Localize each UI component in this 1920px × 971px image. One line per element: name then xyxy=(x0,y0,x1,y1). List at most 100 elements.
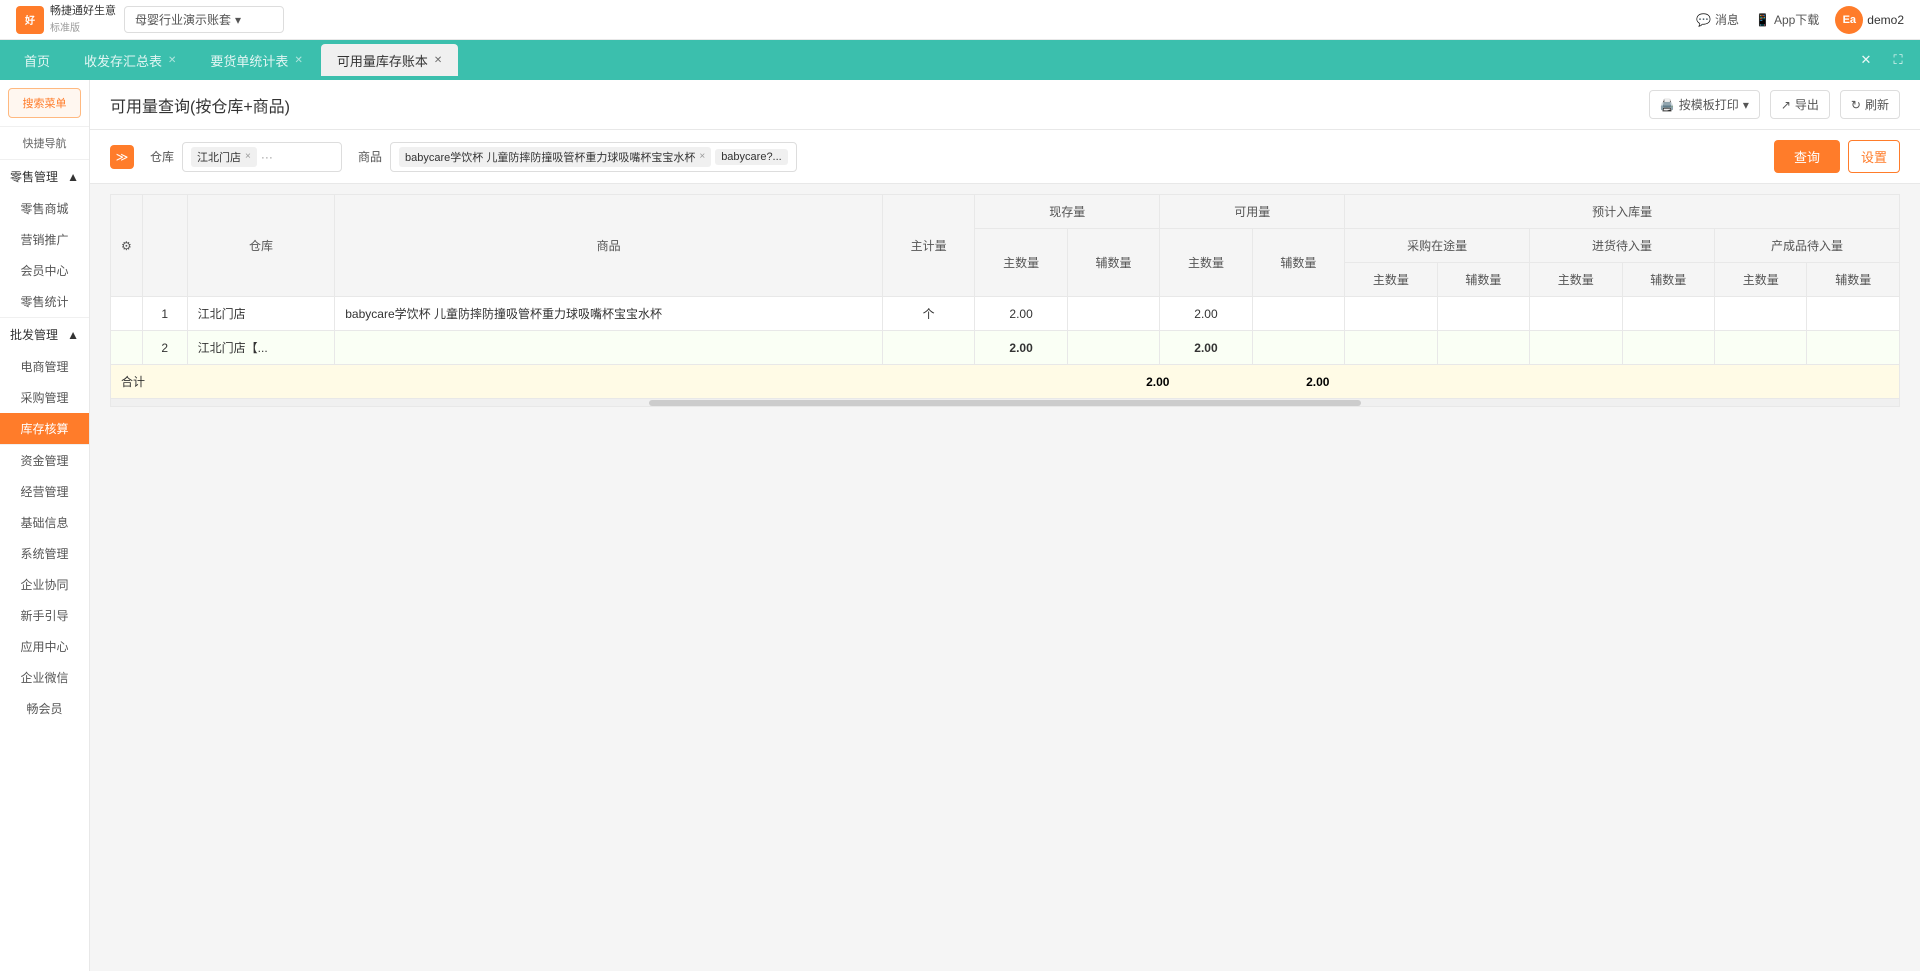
page-title: 可用量查询(按仓库+商品) xyxy=(110,93,290,117)
filter-actions: 查询 设置 xyxy=(1774,140,1900,173)
sidebar-item-enterprise[interactable]: 企业协同 xyxy=(0,569,89,600)
top-bar: 好 畅捷通好生意 标准版 母婴行业演示账套 ▾ 💬 消息 📱 App下载 Ea … xyxy=(0,0,1920,40)
th-current-aux: 辅数量 xyxy=(1067,229,1159,297)
warehouse-label: 仓库 xyxy=(150,148,174,165)
cell-ip-aux-1 xyxy=(1622,297,1714,331)
print-icon: 🖨️ xyxy=(1660,98,1675,112)
cell-pt-aux-1 xyxy=(1437,297,1529,331)
phone-icon: 📱 xyxy=(1755,13,1770,27)
query-button[interactable]: 查询 xyxy=(1774,140,1840,173)
warehouse-tag-remove[interactable]: × xyxy=(245,151,251,162)
sidebar-item-finance[interactable]: 资金管理 xyxy=(0,445,89,476)
sidebar-item-newbie[interactable]: 新手引导 xyxy=(0,600,89,631)
cell-avail-main-2: 2.00 xyxy=(1160,331,1252,365)
table-scrollbar[interactable] xyxy=(110,399,1900,407)
tab-available-stock-close[interactable]: ✕ xyxy=(434,55,442,66)
th-incoming-pending-main: 主数量 xyxy=(1530,263,1622,297)
page-actions: 🖨️ 按模板打印 ▾ ↗ 导出 ↻ 刷新 xyxy=(1649,90,1900,119)
sidebar-group-retail: 零售管理 ▲ 零售商城 营销推广 会员中心 零售统计 xyxy=(0,160,89,318)
print-btn[interactable]: 🖨️ 按模板打印 ▾ xyxy=(1649,90,1760,119)
sidebar-item-purchase[interactable]: 采购管理 xyxy=(0,382,89,413)
product-input[interactable]: babycare学饮杯 儿童防摔防撞吸管杯重力球吸嘴杯宝宝水杯 × babyca… xyxy=(390,142,797,172)
chevron-down-icon: ▾ xyxy=(235,13,241,27)
cell-unit-1: 个 xyxy=(882,297,974,331)
tab-receipt-summary[interactable]: 收发存汇总表 ✕ xyxy=(68,44,192,76)
sidebar-item-vip[interactable]: 畅会员 xyxy=(0,693,89,724)
cell-rownum-1: 1 xyxy=(142,297,187,331)
th-incoming-pending-group: 进货待入量 xyxy=(1530,229,1715,263)
export-label: 导出 xyxy=(1795,96,1819,113)
th-product: 商品 xyxy=(335,195,883,297)
message-btn[interactable]: 💬 消息 xyxy=(1696,11,1739,28)
th-incoming-pending-aux: 辅数量 xyxy=(1622,263,1714,297)
product-tag-1-remove[interactable]: × xyxy=(699,151,705,162)
tab-receipt-summary-label: 收发存汇总表 xyxy=(84,51,162,70)
page-header: 可用量查询(按仓库+商品) 🖨️ 按模板打印 ▾ ↗ 导出 ↻ 刷新 xyxy=(90,80,1920,130)
sidebar-item-inventory[interactable]: 库存核算 xyxy=(0,413,89,444)
expand-filter-btn[interactable]: ≫ xyxy=(110,145,134,169)
th-production-pending-group: 产成品待入量 xyxy=(1714,229,1899,263)
tab-receipt-summary-close[interactable]: ✕ xyxy=(168,55,176,66)
cell-curr-main-2: 2.00 xyxy=(975,331,1067,365)
print-label: 按模板打印 xyxy=(1679,96,1739,113)
footer-current-main: 2.00 xyxy=(1118,375,1198,389)
product-tag-1: babycare学饮杯 儿童防摔防撞吸管杯重力球吸嘴杯宝宝水杯 × xyxy=(399,147,711,167)
quick-nav-btn[interactable]: 快捷导航 xyxy=(0,127,89,160)
data-table: ⚙ 仓库 商品 主计量 现存量 可用量 预计入库量 主数量 辅数量 主数量 辅数… xyxy=(110,194,1900,365)
close-all-tabs-btn[interactable]: ✕ xyxy=(1852,46,1880,74)
app-download-btn[interactable]: 📱 App下载 xyxy=(1755,11,1819,28)
nav-tabs: 首页 收发存汇总表 ✕ 要货单统计表 ✕ 可用量库存账本 ✕ ✕ ⛶ xyxy=(0,40,1920,80)
chevron-up-icon-2: ▲ xyxy=(67,328,79,342)
message-icon: 💬 xyxy=(1696,13,1711,27)
th-current-main: 主数量 xyxy=(975,229,1067,297)
warehouse-filter: 仓库 江北门店 × ··· xyxy=(150,142,342,172)
cell-settings-2 xyxy=(111,331,143,365)
logo-sub: 标准版 xyxy=(50,19,116,34)
logo-text-area: 畅捷通好生意 标准版 xyxy=(50,5,116,33)
refresh-btn[interactable]: ↻ 刷新 xyxy=(1840,90,1900,119)
org-selector[interactable]: 母婴行业演示账套 ▾ xyxy=(124,6,284,33)
warehouse-input[interactable]: 江北门店 × ··· xyxy=(182,142,342,172)
sidebar-item-retail-stats[interactable]: 零售统计 xyxy=(0,286,89,317)
tab-order-stats-label: 要货单统计表 xyxy=(210,51,288,70)
settings-button[interactable]: 设置 xyxy=(1848,140,1900,173)
sidebar-group-wholesale-header[interactable]: 批发管理 ▲ xyxy=(0,318,89,351)
sidebar-search-area: 搜索菜单 xyxy=(0,80,89,127)
cell-warehouse-2: 江北门店【... xyxy=(187,331,335,365)
logo-area: 好 畅捷通好生意 标准版 xyxy=(16,5,116,33)
sidebar-item-retail-store[interactable]: 零售商城 xyxy=(0,193,89,224)
tab-order-stats[interactable]: 要货单统计表 ✕ xyxy=(194,44,318,76)
th-purchase-transit-aux: 辅数量 xyxy=(1437,263,1529,297)
th-warehouse: 仓库 xyxy=(187,195,335,297)
tab-available-stock[interactable]: 可用量库存账本 ✕ xyxy=(321,44,458,76)
sidebar-item-marketing[interactable]: 营销推广 xyxy=(0,224,89,255)
product-filter: 商品 babycare学饮杯 儿童防摔防撞吸管杯重力球吸嘴杯宝宝水杯 × bab… xyxy=(358,142,797,172)
username: demo2 xyxy=(1867,13,1904,27)
th-main-unit: 主计量 xyxy=(882,195,974,297)
sidebar-group-retail-header[interactable]: 零售管理 ▲ xyxy=(0,160,89,193)
sidebar-item-operations[interactable]: 经营管理 xyxy=(0,476,89,507)
refresh-label: 刷新 xyxy=(1865,96,1889,113)
warehouse-more-icon[interactable]: ··· xyxy=(261,150,273,164)
user-area[interactable]: Ea demo2 xyxy=(1835,6,1904,34)
sidebar-item-member[interactable]: 会员中心 xyxy=(0,255,89,286)
sidebar-item-enterprise-wechat[interactable]: 企业微信 xyxy=(0,662,89,693)
sidebar-group-wholesale: 批发管理 ▲ 电商管理 采购管理 库存核算 xyxy=(0,318,89,445)
product-tag-2-value: babycare?... xyxy=(721,151,782,163)
cell-product-2 xyxy=(335,331,883,365)
table-row: 2 江北门店【... 2.00 2.00 xyxy=(111,331,1900,365)
sidebar-item-ecommerce[interactable]: 电商管理 xyxy=(0,351,89,382)
export-btn[interactable]: ↗ 导出 xyxy=(1770,90,1830,119)
sidebar-item-basic[interactable]: 基础信息 xyxy=(0,507,89,538)
th-current-stock-group: 现存量 xyxy=(975,195,1160,229)
cell-ip-main-2 xyxy=(1530,331,1622,365)
sidebar-item-app-center[interactable]: 应用中心 xyxy=(0,631,89,662)
th-available-group: 可用量 xyxy=(1160,195,1345,229)
tab-home[interactable]: 首页 xyxy=(8,44,66,76)
nav-tabs-right: ✕ ⛶ xyxy=(1852,46,1912,74)
search-menu-btn[interactable]: 搜索菜单 xyxy=(8,88,81,118)
tab-order-stats-close[interactable]: ✕ xyxy=(294,55,302,66)
cell-product-1: babycare学饮杯 儿童防摔防撞吸管杯重力球吸嘴杯宝宝水杯 xyxy=(335,297,883,331)
sidebar-item-system[interactable]: 系统管理 xyxy=(0,538,89,569)
fullscreen-btn[interactable]: ⛶ xyxy=(1884,46,1912,74)
